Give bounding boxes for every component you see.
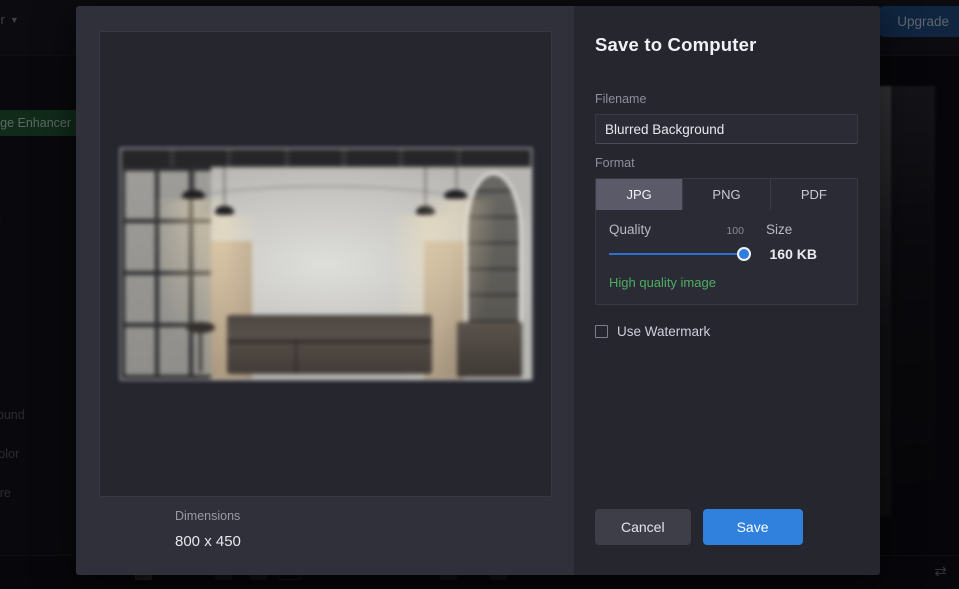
watermark-checkbox[interactable] xyxy=(595,325,608,338)
save-to-computer-dialog: Dimensions 800 x 450 Save to Computer Fi… xyxy=(76,6,880,575)
app-root: Folder ▼ Upgrade AI Image Enhancer DLX T… xyxy=(0,0,959,589)
dialog-actions: Cancel Save xyxy=(595,509,803,545)
size-label: Size xyxy=(766,222,793,237)
armchair xyxy=(456,321,523,377)
save-button[interactable]: Save xyxy=(702,509,803,545)
format-option-jpg[interactable]: JPG xyxy=(596,179,684,210)
watermark-label: Use Watermark xyxy=(617,324,711,339)
quality-slider[interactable] xyxy=(609,247,751,261)
format-label: Format xyxy=(595,156,635,170)
quality-value: 100 xyxy=(726,225,744,237)
format-segmented-control: JPG PNG PDF xyxy=(596,179,857,210)
sofa xyxy=(227,314,433,375)
preview-image xyxy=(119,148,532,380)
side-table xyxy=(186,321,215,373)
slider-thumb[interactable] xyxy=(736,247,751,261)
format-option-pdf[interactable]: PDF xyxy=(771,179,857,210)
filename-label: Filename xyxy=(595,92,647,106)
image-preview-box xyxy=(99,31,552,497)
pendant-lamp-4 xyxy=(414,167,498,347)
dialog-options-pane: Save to Computer Filename Format JPG PNG… xyxy=(574,6,880,575)
quality-section: Quality 100 Size 160 KB High quality ima… xyxy=(596,210,857,304)
quality-label: Quality xyxy=(609,222,652,237)
size-value: 160 KB xyxy=(769,246,817,262)
dialog-title: Save to Computer xyxy=(595,34,757,55)
dimensions-label: Dimensions xyxy=(175,509,241,523)
format-quality-panel: JPG PNG PDF Quality 100 Size 160 KB High… xyxy=(595,178,858,305)
quality-note: High quality image xyxy=(609,275,716,290)
cancel-button[interactable]: Cancel xyxy=(595,509,691,545)
pendant-lamp-2 xyxy=(190,167,259,379)
format-option-png[interactable]: PNG xyxy=(683,179,771,210)
pendant-lamp-1 xyxy=(152,167,235,347)
dialog-preview-pane: Dimensions 800 x 450 xyxy=(76,6,574,575)
ceiling xyxy=(120,149,531,168)
dimensions-value: 800 x 450 xyxy=(175,533,241,550)
watermark-row[interactable]: Use Watermark xyxy=(595,324,858,339)
filename-input[interactable] xyxy=(595,114,858,144)
slider-track xyxy=(609,253,748,255)
